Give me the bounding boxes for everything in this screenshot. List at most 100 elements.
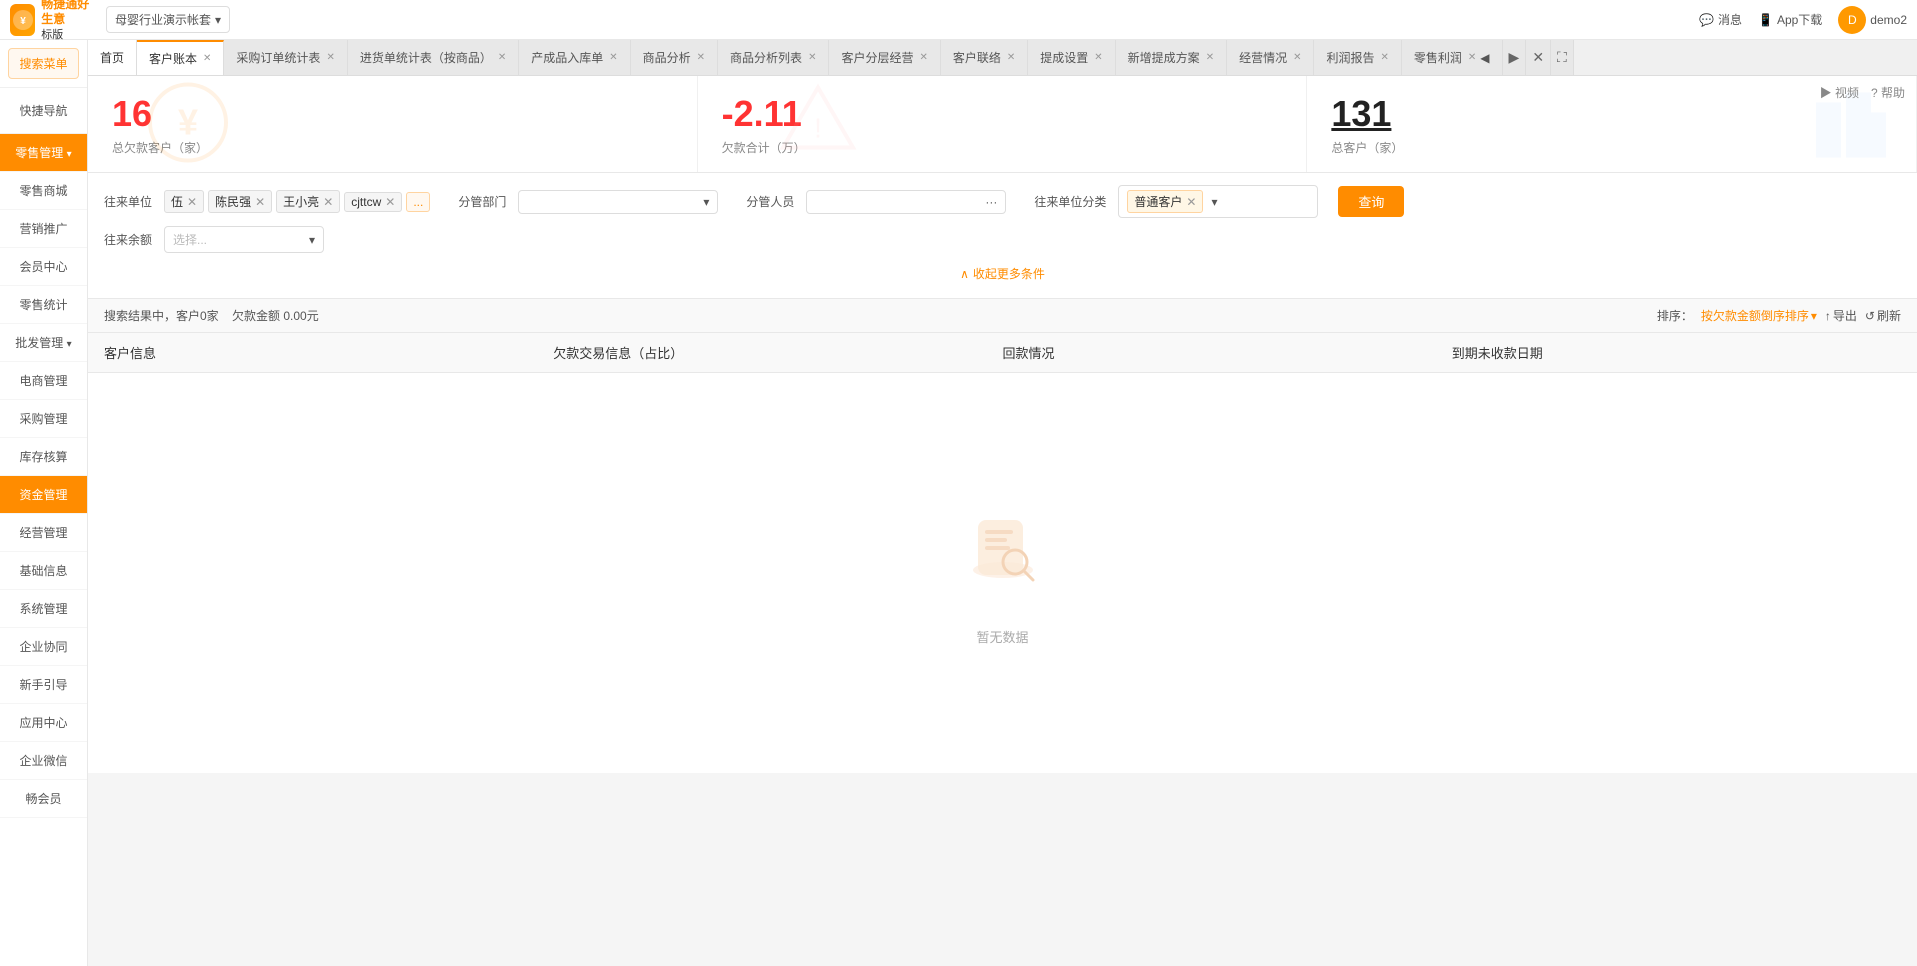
filter-tag-unit4[interactable]: cjttcw ✕ bbox=[344, 192, 402, 212]
sidebar-item-member[interactable]: 畅会员 bbox=[0, 780, 87, 818]
filter-tag-more[interactable]: ... bbox=[406, 192, 430, 212]
tab-close-icon[interactable]: ✕ bbox=[609, 52, 617, 63]
sidebar-search-area: 搜索菜单 bbox=[0, 40, 87, 88]
filter-staff-select[interactable]: ··· bbox=[806, 190, 1006, 214]
svg-text:!: ! bbox=[814, 113, 822, 144]
filter-area: 往来单位 伍 ✕ 陈民强 ✕ 王小亮 ✕ cjttcw ✕ bbox=[88, 173, 1917, 299]
remove-tag-unit4[interactable]: ✕ bbox=[385, 195, 395, 209]
tab-nav-right[interactable]: ▶ bbox=[1503, 40, 1527, 76]
sidebar-item-inventory[interactable]: 库存核算 bbox=[0, 438, 87, 476]
sidebar-nav-area: 快捷导航 bbox=[0, 88, 87, 134]
stat-total-debt-customers: ¥ 16 总欠款客户（家） bbox=[88, 76, 698, 172]
tab-close-icon[interactable]: ✕ bbox=[919, 52, 927, 63]
tab-purchase-product-stats[interactable]: 进货单统计表（按商品） ✕ bbox=[348, 40, 519, 76]
app-download-btn[interactable]: 📱 App下载 bbox=[1758, 11, 1822, 28]
chevron-down-icon: ▾ bbox=[1211, 195, 1217, 209]
tab-product-analysis[interactable]: 商品分析 ✕ bbox=[631, 40, 718, 76]
table-header: 客户信息 欠款交易信息（占比） 回款情况 到期未收款日期 bbox=[88, 333, 1917, 373]
tab-customer-contact[interactable]: 客户联络 ✕ bbox=[941, 40, 1028, 76]
tab-close-icon[interactable]: ✕ bbox=[1094, 52, 1102, 63]
search-menu-btn[interactable]: 搜索菜单 bbox=[8, 48, 79, 79]
video-help-btn[interactable]: ▶ 视频 bbox=[1820, 84, 1859, 101]
tab-close-icon[interactable]: ✕ bbox=[326, 52, 334, 63]
sidebar-item-purchase[interactable]: 采购管理 bbox=[0, 400, 87, 438]
top-bar: ¥ 畅捷通好生意 标版 母婴行业演示帐套 ▾ 💬 消息 📱 App下载 D de… bbox=[0, 0, 1917, 40]
sidebar-item-member-center[interactable]: 会员中心 bbox=[0, 248, 87, 286]
help-btn[interactable]: ? 帮助 bbox=[1871, 84, 1905, 101]
chevron-down-icon: ▾ bbox=[703, 195, 709, 209]
account-selector[interactable]: 母婴行业演示帐套 ▾ bbox=[106, 6, 230, 33]
quick-nav-btn[interactable]: 快捷导航 bbox=[8, 96, 79, 125]
tab-commission-settings[interactable]: 提成设置 ✕ bbox=[1028, 40, 1115, 76]
export-btn[interactable]: ↑ 导出 bbox=[1825, 307, 1857, 324]
chevron-down-icon: ▾ bbox=[67, 149, 72, 160]
tab-close-icon[interactable]: ✕ bbox=[498, 52, 506, 63]
query-btn[interactable]: 查询 bbox=[1338, 186, 1404, 217]
result-summary: 搜索结果中，客户0家 欠款金额 0.00元 bbox=[104, 307, 319, 324]
tab-profit-report[interactable]: 利润报告 ✕ bbox=[1314, 40, 1401, 76]
video-icon: ▶ bbox=[1820, 86, 1832, 100]
sidebar-item-collab[interactable]: 企业协同 bbox=[0, 628, 87, 666]
filter-tag-unit2[interactable]: 陈民强 ✕ bbox=[208, 190, 272, 213]
user-avatar[interactable]: D demo2 bbox=[1838, 6, 1907, 34]
filter-unit-tags: 伍 ✕ 陈民强 ✕ 王小亮 ✕ cjttcw ✕ ... bbox=[164, 190, 430, 213]
filter-classify-select[interactable]: 普通客户 ✕ ▾ bbox=[1118, 185, 1318, 218]
filter-row-2: 往来余额 选择... ▾ bbox=[104, 226, 1901, 253]
col-debt-info: 欠款交易信息（占比） bbox=[553, 343, 1002, 362]
remove-classify-tag[interactable]: ✕ bbox=[1186, 195, 1196, 209]
tab-product-analysis-list[interactable]: 商品分析列表 ✕ bbox=[718, 40, 829, 76]
chevron-down-icon: ▾ bbox=[309, 233, 315, 247]
tab-close-icon[interactable]: ✕ bbox=[1007, 52, 1015, 63]
sidebar-item-marketing[interactable]: 营销推广 bbox=[0, 210, 87, 248]
refresh-btn[interactable]: ↺ 刷新 bbox=[1865, 307, 1901, 324]
tab-close-icon[interactable]: ✕ bbox=[808, 52, 816, 63]
sidebar-item-retail-mgmt[interactable]: 零售管理 ▾ bbox=[0, 134, 87, 172]
app-icon: 📱 bbox=[1758, 13, 1773, 27]
tab-customer-account[interactable]: 客户账本 ✕ bbox=[137, 40, 224, 76]
tab-product-inbound[interactable]: 产成品入库单 ✕ bbox=[519, 40, 630, 76]
sidebar-item-system[interactable]: 系统管理 bbox=[0, 590, 87, 628]
filter-tag-unit1[interactable]: 伍 ✕ bbox=[164, 190, 204, 213]
remove-tag-unit2[interactable]: ✕ bbox=[255, 195, 265, 209]
tab-customer-tier[interactable]: 客户分层经营 ✕ bbox=[829, 40, 940, 76]
sidebar-item-wholesale[interactable]: 批发管理 ▾ bbox=[0, 324, 87, 362]
sidebar-item-wechat[interactable]: 企业微信 bbox=[0, 742, 87, 780]
tab-close-icon[interactable]: ✕ bbox=[1381, 52, 1389, 63]
tab-purchase-stats[interactable]: 采购订单统计表 ✕ bbox=[224, 40, 347, 76]
sidebar-item-newbie[interactable]: 新手引导 bbox=[0, 666, 87, 704]
sidebar-item-basic-info[interactable]: 基础信息 bbox=[0, 552, 87, 590]
remove-tag-unit3[interactable]: ✕ bbox=[323, 195, 333, 209]
col-due-date: 到期未收款日期 bbox=[1452, 343, 1901, 362]
tab-retail-profit[interactable]: 零售利润 ✕ ◀ bbox=[1402, 40, 1503, 76]
message-btn[interactable]: 💬 消息 bbox=[1699, 11, 1742, 28]
sidebar-item-operations[interactable]: 经营管理 bbox=[0, 514, 87, 552]
collapse-btn[interactable]: ∧ 收起更多条件 bbox=[104, 261, 1901, 286]
filter-amount-select[interactable]: 选择... ▾ bbox=[164, 226, 324, 253]
remove-tag-unit1[interactable]: ✕ bbox=[187, 195, 197, 209]
tab-business-status[interactable]: 经营情况 ✕ bbox=[1227, 40, 1314, 76]
sidebar-item-retail-mall[interactable]: 零售商城 bbox=[0, 172, 87, 210]
table-body: 暂无数据 bbox=[88, 373, 1917, 773]
tab-close-icon[interactable]: ✕ bbox=[1206, 52, 1214, 63]
chevron-down-icon: ▾ bbox=[1811, 309, 1817, 323]
filter-tag-unit3[interactable]: 王小亮 ✕ bbox=[276, 190, 340, 213]
chevron-left-icon: ◀ bbox=[1480, 51, 1489, 65]
tab-close-all[interactable]: ✕ bbox=[1526, 40, 1551, 76]
tab-close-icon[interactable]: ✕ bbox=[1468, 52, 1476, 63]
logo-text: 畅捷通好生意 标版 bbox=[41, 0, 98, 42]
sidebar-item-ecommerce[interactable]: 电商管理 bbox=[0, 362, 87, 400]
filter-dept-select[interactable]: ▾ bbox=[518, 190, 718, 214]
sidebar-item-finance[interactable]: 资金管理 bbox=[0, 476, 87, 514]
empty-text: 暂无数据 bbox=[976, 627, 1028, 646]
tab-maximize[interactable]: ⛶ bbox=[1551, 40, 1574, 76]
tab-close-icon[interactable]: ✕ bbox=[203, 53, 211, 64]
sort-select[interactable]: 按欠款金额倒序排序 ▾ bbox=[1701, 307, 1817, 324]
svg-text:¥: ¥ bbox=[20, 16, 26, 27]
tab-home[interactable]: 首页 bbox=[88, 40, 137, 76]
svg-text:¥: ¥ bbox=[178, 102, 198, 143]
sidebar-item-retail-stats[interactable]: 零售统计 bbox=[0, 286, 87, 324]
sidebar-item-app-center[interactable]: 应用中心 bbox=[0, 704, 87, 742]
tab-close-icon[interactable]: ✕ bbox=[1293, 52, 1301, 63]
tab-new-commission[interactable]: 新增提成方案 ✕ bbox=[1116, 40, 1227, 76]
tab-close-icon[interactable]: ✕ bbox=[697, 52, 705, 63]
